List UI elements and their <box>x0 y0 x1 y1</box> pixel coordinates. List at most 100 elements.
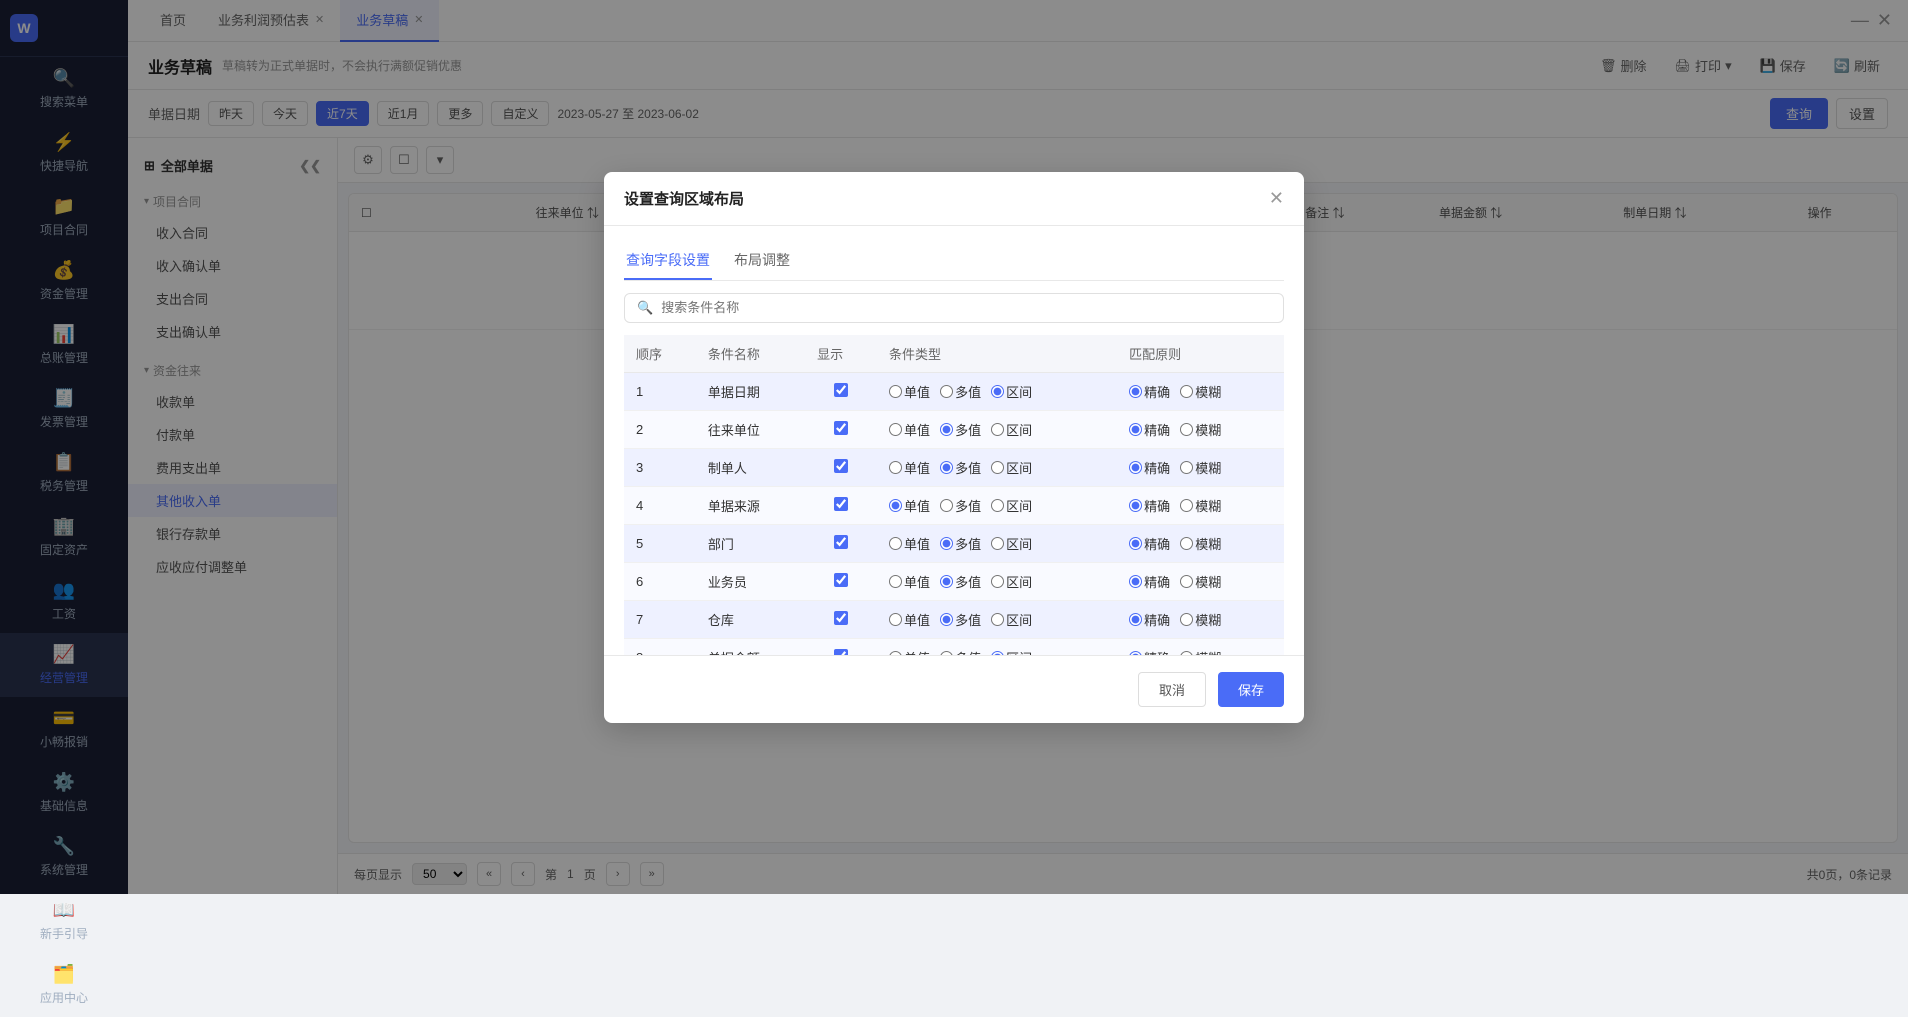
modal-settings-table: 顺序 条件名称 显示 条件类型 匹配原则 1 单据日期 <box>624 335 1284 655</box>
condition-radio-区间[interactable]: 区间 <box>991 382 1032 401</box>
condition-radio-多值[interactable]: 多值 <box>940 382 981 401</box>
cell-show[interactable] <box>805 524 877 562</box>
modal-header: 设置查询区域布局 ✕ <box>604 172 1304 226</box>
th-match-rule: 匹配原则 <box>1117 335 1284 373</box>
condition-radio-多值[interactable]: 多值 <box>940 610 981 629</box>
modal-table-scroll: 顺序 条件名称 显示 条件类型 匹配原则 1 单据日期 <box>624 335 1284 655</box>
condition-radio-区间[interactable]: 区间 <box>991 648 1032 655</box>
cell-condition-type: 单值 多值 区间 <box>877 372 1117 410</box>
modal-tab-layout[interactable]: 布局调整 <box>732 242 792 280</box>
match-radio-模糊[interactable]: 模糊 <box>1180 458 1221 477</box>
sidebar-item-guide[interactable]: 📖 新手引导 <box>0 889 128 953</box>
cell-condition-type: 单值 多值 区间 <box>877 638 1117 655</box>
condition-radio-多值[interactable]: 多值 <box>940 648 981 655</box>
match-radio-精确[interactable]: 精确 <box>1129 382 1170 401</box>
match-radio-精确[interactable]: 精确 <box>1129 610 1170 629</box>
cell-name: 单据来源 <box>696 486 805 524</box>
condition-radio-单值[interactable]: 单值 <box>889 420 930 439</box>
modal-footer: 取消 保存 <box>604 655 1304 723</box>
cell-order: 7 <box>624 600 696 638</box>
condition-radio-单值[interactable]: 单值 <box>889 610 930 629</box>
condition-radio-区间[interactable]: 区间 <box>991 534 1032 553</box>
match-radio-模糊[interactable]: 模糊 <box>1180 420 1221 439</box>
match-radio-模糊[interactable]: 模糊 <box>1180 534 1221 553</box>
modal-tab-query-fields[interactable]: 查询字段设置 <box>624 242 712 280</box>
match-radio-精确[interactable]: 精确 <box>1129 648 1170 655</box>
cell-name: 单据日期 <box>696 372 805 410</box>
table-row: 1 单据日期 单值 多值 区间 精确 <box>624 372 1284 410</box>
cell-order: 3 <box>624 448 696 486</box>
cell-show[interactable] <box>805 562 877 600</box>
cell-match: 精确 模糊 <box>1117 524 1284 562</box>
cell-match: 精确 模糊 <box>1117 410 1284 448</box>
modal-close-btn[interactable]: ✕ <box>1269 188 1284 209</box>
match-radio-精确[interactable]: 精确 <box>1129 420 1170 439</box>
cell-order: 1 <box>624 372 696 410</box>
modal-table-header: 顺序 条件名称 显示 条件类型 匹配原则 <box>624 335 1284 373</box>
cell-order: 4 <box>624 486 696 524</box>
condition-radio-单值[interactable]: 单值 <box>889 534 930 553</box>
cell-order: 8 <box>624 638 696 655</box>
apps-icon: 🗂️ <box>53 964 75 985</box>
condition-radio-单值[interactable]: 单值 <box>889 382 930 401</box>
condition-radio-多值[interactable]: 多值 <box>940 572 981 591</box>
condition-radio-多值[interactable]: 多值 <box>940 458 981 477</box>
cell-name: 部门 <box>696 524 805 562</box>
cell-show[interactable] <box>805 448 877 486</box>
cell-match: 精确 模糊 <box>1117 600 1284 638</box>
table-row: 4 单据来源 单值 多值 区间 精确 <box>624 486 1284 524</box>
cell-show[interactable] <box>805 372 877 410</box>
match-radio-模糊[interactable]: 模糊 <box>1180 648 1221 655</box>
cell-name: 制单人 <box>696 448 805 486</box>
table-row: 6 业务员 单值 多值 区间 精确 <box>624 562 1284 600</box>
cell-show[interactable] <box>805 486 877 524</box>
cell-show[interactable] <box>805 600 877 638</box>
match-radio-精确[interactable]: 精确 <box>1129 458 1170 477</box>
condition-radio-单值[interactable]: 单值 <box>889 496 930 515</box>
condition-radio-单值[interactable]: 单值 <box>889 458 930 477</box>
cell-condition-type: 单值 多值 区间 <box>877 600 1117 638</box>
match-radio-模糊[interactable]: 模糊 <box>1180 572 1221 591</box>
condition-radio-区间[interactable]: 区间 <box>991 458 1032 477</box>
th-condition-name: 条件名称 <box>696 335 805 373</box>
table-row: 3 制单人 单值 多值 区间 精确 <box>624 448 1284 486</box>
modal-title: 设置查询区域布局 <box>624 188 744 209</box>
match-radio-模糊[interactable]: 模糊 <box>1180 382 1221 401</box>
cancel-button[interactable]: 取消 <box>1138 672 1206 707</box>
search-input[interactable] <box>661 300 1271 315</box>
th-order: 顺序 <box>624 335 696 373</box>
search-bar-icon: 🔍 <box>637 300 653 316</box>
sidebar-item-apps[interactable]: 🗂️ 应用中心 <box>0 953 128 1017</box>
match-radio-模糊[interactable]: 模糊 <box>1180 610 1221 629</box>
match-radio-精确[interactable]: 精确 <box>1129 534 1170 553</box>
condition-radio-区间[interactable]: 区间 <box>991 572 1032 591</box>
condition-radio-多值[interactable]: 多值 <box>940 534 981 553</box>
cell-match: 精确 模糊 <box>1117 372 1284 410</box>
cell-show[interactable] <box>805 638 877 655</box>
cell-name: 往来单位 <box>696 410 805 448</box>
condition-radio-区间[interactable]: 区间 <box>991 496 1032 515</box>
condition-radio-区间[interactable]: 区间 <box>991 610 1032 629</box>
cell-match: 精确 模糊 <box>1117 448 1284 486</box>
cell-show[interactable] <box>805 410 877 448</box>
condition-radio-多值[interactable]: 多值 <box>940 420 981 439</box>
condition-radio-单值[interactable]: 单值 <box>889 572 930 591</box>
condition-radio-多值[interactable]: 多值 <box>940 496 981 515</box>
cell-name: 仓库 <box>696 600 805 638</box>
modal-overlay: 设置查询区域布局 ✕ 查询字段设置 布局调整 🔍 顺序 条件名称 显示 <box>0 0 1908 894</box>
cell-match: 精确 模糊 <box>1117 486 1284 524</box>
match-radio-精确[interactable]: 精确 <box>1129 572 1170 591</box>
match-radio-精确[interactable]: 精确 <box>1129 496 1170 515</box>
modal-body: 查询字段设置 布局调整 🔍 顺序 条件名称 显示 条件类型 匹配原则 <box>604 226 1304 655</box>
guide-icon: 📖 <box>53 900 75 921</box>
settings-modal: 设置查询区域布局 ✕ 查询字段设置 布局调整 🔍 顺序 条件名称 显示 <box>604 172 1304 723</box>
cell-order: 6 <box>624 562 696 600</box>
cell-name: 单据金额 <box>696 638 805 655</box>
table-row: 2 往来单位 单值 多值 区间 精确 <box>624 410 1284 448</box>
condition-radio-单值[interactable]: 单值 <box>889 648 930 655</box>
cell-condition-type: 单值 多值 区间 <box>877 486 1117 524</box>
condition-radio-区间[interactable]: 区间 <box>991 420 1032 439</box>
save-button[interactable]: 保存 <box>1218 672 1284 707</box>
cell-name: 业务员 <box>696 562 805 600</box>
match-radio-模糊[interactable]: 模糊 <box>1180 496 1221 515</box>
